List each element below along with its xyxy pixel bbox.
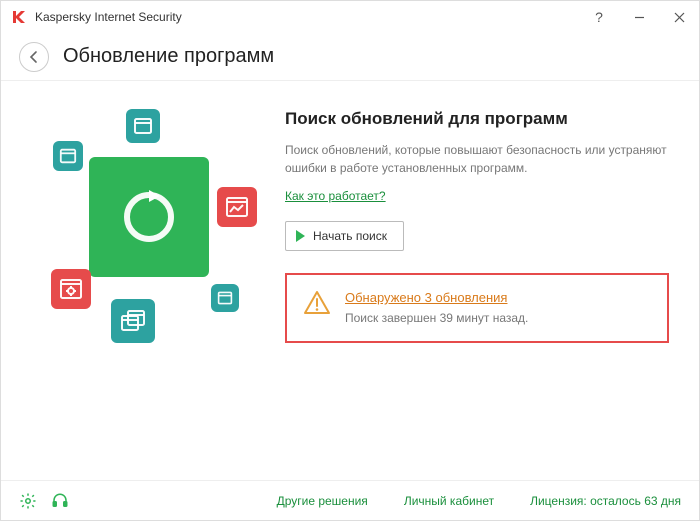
page-title: Обновление программ [63,45,274,68]
window-icon [126,109,160,143]
main-panel: Поиск обновлений для программ Поиск обно… [261,109,669,369]
settings-button[interactable] [19,492,37,510]
content-area: Поиск обновлений для программ Поиск обно… [1,81,699,379]
alert-text: Обнаружено 3 обновления Поиск завершен 3… [345,289,528,327]
window-icon [53,141,83,171]
back-button[interactable] [19,42,49,72]
window-icon [211,284,239,312]
close-button[interactable] [659,1,699,33]
arrow-left-icon [27,50,41,64]
gear-icon [51,269,91,309]
license-link[interactable]: Лицензия: осталось 63 дня [530,494,681,508]
gear-icon [19,492,37,510]
alert-subtext: Поиск завершен 39 минут назад. [345,311,528,325]
windows-stack-icon [111,299,155,343]
section-description: Поиск обновлений, которые повышают безоп… [285,141,669,177]
minimize-button[interactable] [619,1,659,33]
kaspersky-logo-icon [11,9,27,25]
refresh-icon [114,182,184,252]
page-header: Обновление программ [1,33,699,81]
app-title: Kaspersky Internet Security [35,10,579,24]
refresh-tile [89,157,209,277]
play-icon [296,230,305,242]
start-search-button[interactable]: Начать поиск [285,221,404,251]
updates-found-link[interactable]: Обнаружено 3 обновления [345,290,507,305]
other-solutions-link[interactable]: Другие решения [277,494,368,508]
section-heading: Поиск обновлений для программ [285,109,669,129]
warning-icon [303,289,331,317]
how-it-works-link[interactable]: Как это работает? [285,189,386,203]
updates-found-alert: Обнаружено 3 обновления Поиск завершен 3… [285,273,669,343]
help-button[interactable]: ? [579,1,619,33]
chart-icon [217,187,257,227]
decorative-tiles [31,109,261,369]
footer: Другие решения Личный кабинет Лицензия: … [1,480,699,520]
support-button[interactable] [51,492,69,510]
titlebar: Kaspersky Internet Security ? [1,1,699,33]
start-search-label: Начать поиск [313,229,387,243]
account-link[interactable]: Личный кабинет [404,494,494,508]
headset-icon [51,492,69,510]
